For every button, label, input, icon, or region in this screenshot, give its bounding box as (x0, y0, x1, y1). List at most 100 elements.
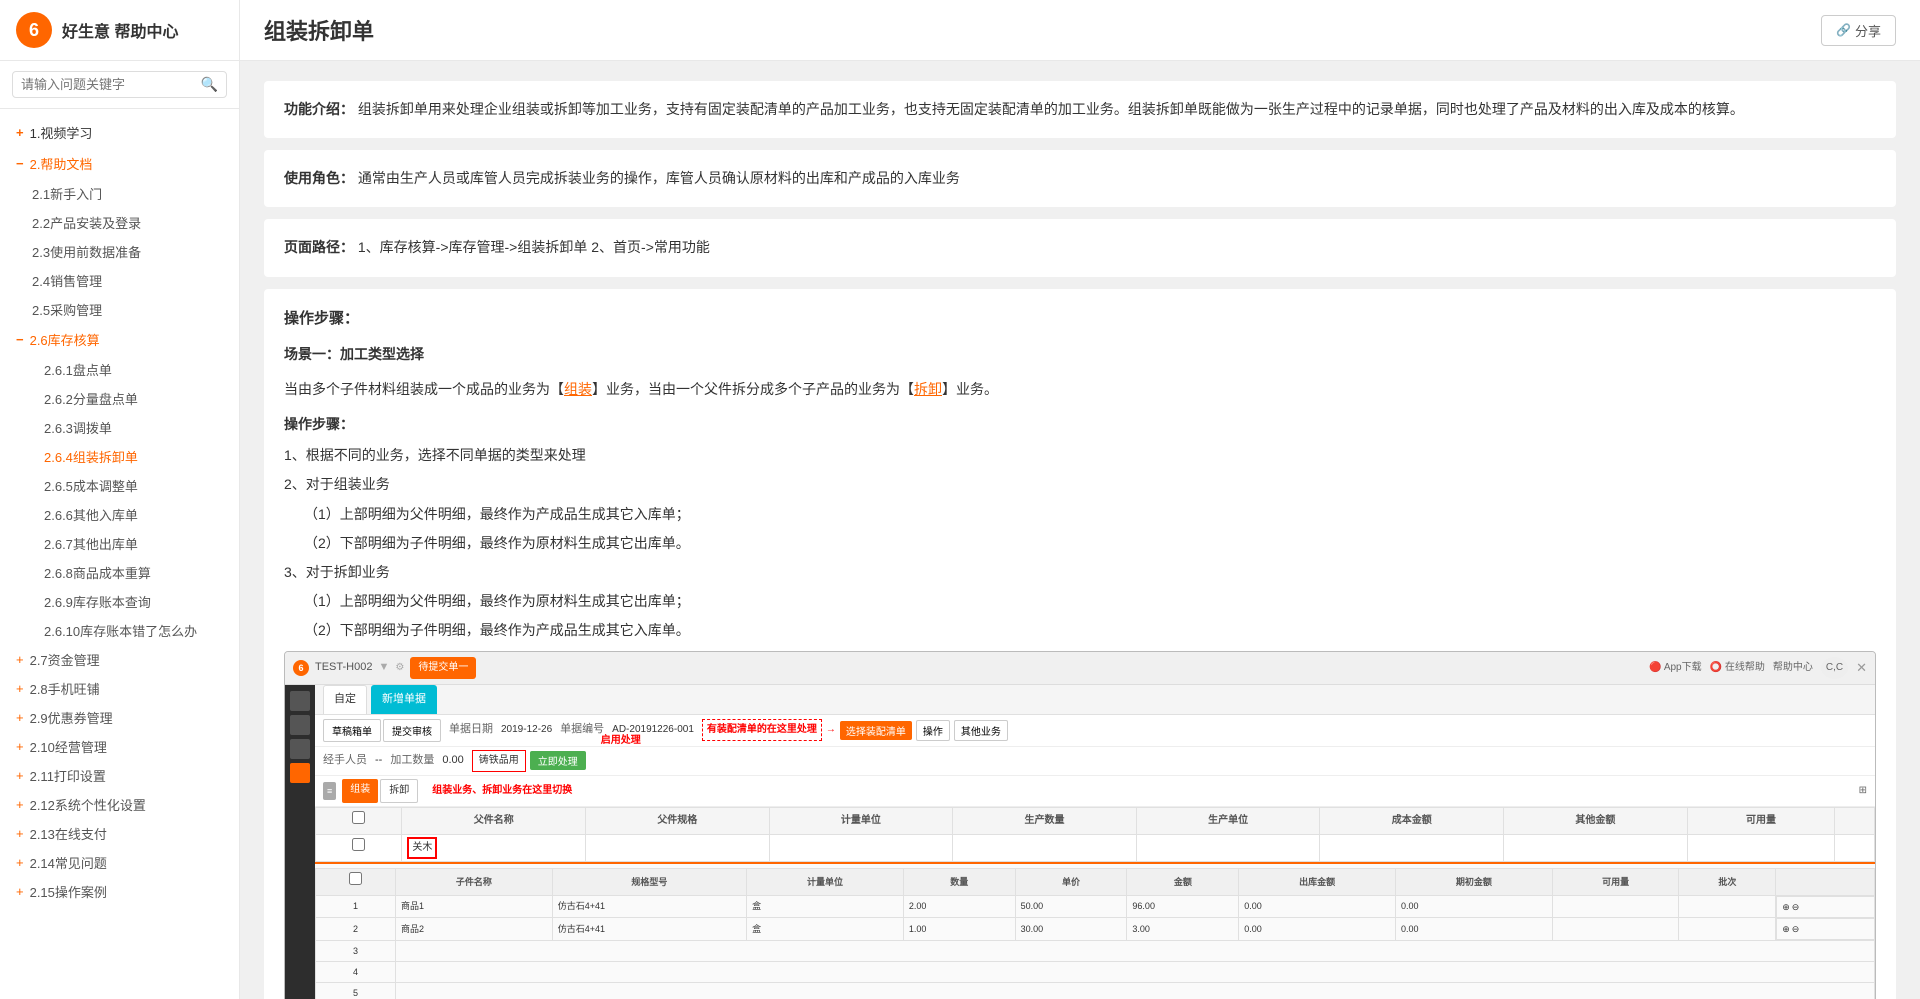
mock-bom-btn[interactable]: 选择装配清单 (840, 721, 912, 740)
mock-type-tabs: 组装 拆卸 (342, 779, 418, 803)
mock-sub-check-all[interactable] (349, 872, 362, 885)
mock-confirm-btn[interactable]: 立即处理 (530, 751, 586, 770)
search-wrap[interactable]: 🔍 (12, 71, 227, 98)
search-input[interactable] (21, 77, 201, 92)
sidebar-item-newbie[interactable]: 2.1新手入门 (0, 179, 239, 208)
sidebar-item-video[interactable]: + 1.视频学习 (0, 117, 239, 148)
logo-text: 好生意 帮助中心 (62, 18, 178, 42)
page-title: 组装拆卸单 (264, 14, 374, 46)
sidebar-item-mobile[interactable]: + 2.8手机旺铺 (0, 674, 239, 703)
mock-cell-row-ops (1835, 834, 1875, 861)
mock-th-prod-qty: 生产数量 (953, 807, 1137, 834)
sidebar-sub-label: 2.6.8商品成本重算 (44, 563, 151, 582)
screenshot-mock: 6 TEST-H002 ▼ ⚙ 待提交单一 🔴 App下载 ⭕ 在线帮助 帮助中… (284, 651, 1876, 999)
sidebar-item-sales[interactable]: 2.4销售管理 (0, 266, 239, 295)
mock-th-cost: 成本金额 (1320, 807, 1504, 834)
mock-check-all[interactable] (352, 811, 365, 824)
annotation-arrow-1: → (826, 721, 836, 739)
mock-sub-name-1: 商品1 (396, 895, 553, 918)
sidebar-item-label: 2.6库存核算 (30, 330, 100, 349)
mock-close-icon: ✕ (1856, 656, 1867, 679)
mock-enable-box: 铸铁品用 (472, 750, 526, 772)
sidebar-item-settings[interactable]: + 2.12系统个性化设置 (0, 790, 239, 819)
annotation-bom: 有装配清单的在这里处理 (702, 719, 822, 741)
mock-expand-btn: ⊞ (1859, 782, 1867, 800)
sidebar-sub-label: 2.6.1盘点单 (44, 360, 112, 379)
mock-parent-row-1: 关木 (316, 834, 1875, 861)
mock-form-btn-cancel[interactable]: 提交审核 (383, 719, 441, 742)
ops-title: 操作步骤： (284, 305, 1876, 332)
mock-sub-th-amount: 金额 (1127, 868, 1239, 895)
sidebar-sub-label: 2.6.10库存账本错了怎么办 (44, 621, 197, 640)
sidebar-item-inventory[interactable]: − 2.6库存核算 (0, 324, 239, 355)
sidebar-item-cases[interactable]: + 2.15操作案例 (0, 877, 239, 906)
mock-row-add-icon[interactable]: ⊕ (1782, 899, 1790, 915)
intro-text: 组装拆卸单用来处理企业组装或拆卸等加工业务，支持有固定装配清单的产品加工业务，也… (358, 101, 1744, 117)
sidebar-item-cost-adj[interactable]: 2.6.5成本调整单 (0, 471, 239, 500)
mock-tab-disassemble[interactable]: 拆卸 (380, 779, 418, 803)
mock-tab-assemble[interactable]: 组装 (342, 779, 378, 803)
mock-row-check[interactable] (352, 838, 365, 851)
sidebar-sub-label: 2.14常见问题 (30, 853, 107, 872)
sidebar-item-count[interactable]: 2.6.1盘点单 (0, 355, 239, 384)
scene1-desc: 当由多个子件材料组装成一个成品的业务为【组装】业务，当由一个父件拆分成多个子产品… (284, 377, 1876, 402)
sidebar-item-ledger[interactable]: 2.6.9库存账本查询 (0, 587, 239, 616)
expand-icon: + (16, 826, 24, 841)
sidebar-sub-label: 2.15操作案例 (30, 882, 107, 901)
mock-row-del-icon-2[interactable]: ⊖ (1792, 921, 1800, 937)
mock-row-del-icon[interactable]: ⊖ (1792, 899, 1800, 915)
mock-sub-avail-1 (1552, 895, 1679, 918)
mock-sub-price-2: 30.00 (1015, 918, 1127, 941)
mock-sub-th-init: 期初金额 (1395, 868, 1552, 895)
collapse-icon: − (16, 332, 24, 347)
mock-avatar: C,C (1821, 657, 1848, 679)
search-box: 🔍 (0, 61, 239, 109)
mock-nav-icon-2 (290, 715, 310, 735)
mock-person-value: -- (375, 751, 382, 771)
sidebar-sub-label: 2.12系统个性化设置 (30, 795, 146, 814)
sidebar-item-mix[interactable]: 2.6.3调拨单 (0, 413, 239, 442)
sidebar-item-ledger-err[interactable]: 2.6.10库存账本错了怎么办 (0, 616, 239, 645)
step-3: 3、对于拆卸业务 (284, 560, 1876, 585)
mock-th-available: 可用量 (1687, 807, 1835, 834)
sidebar-item-split[interactable]: 2.6.2分量盘点单 (0, 384, 239, 413)
mock-top-btn: 待提交单一 (410, 657, 476, 679)
mock-sub-th-avail: 可用量 (1552, 868, 1679, 895)
sidebar-item-docs[interactable]: − 2.帮助文档 (0, 148, 239, 179)
mock-form-btn-save[interactable]: 草稿箱单 (323, 719, 381, 742)
sidebar-item-other-out[interactable]: 2.6.7其他出库单 (0, 529, 239, 558)
sidebar-item-other-in[interactable]: 2.6.6其他入库单 (0, 500, 239, 529)
mock-btn-extra1[interactable]: 操作 (916, 720, 950, 741)
sidebar-sub-label: 2.3使用前数据准备 (32, 242, 141, 261)
share-button[interactable]: 🔗 分享 (1821, 15, 1896, 46)
step-2-2: （2）下部明细为子件明细，最终作为原材料生成其它出库单。 (284, 531, 1876, 556)
mock-th-parent-spec: 父件规格 (586, 807, 770, 834)
path-card: 页面路径： 1、库存核算->库存管理->组装拆卸单 2、首页->常用功能 (264, 219, 1896, 276)
expand-icon: + (16, 797, 24, 812)
sidebar-item-print[interactable]: + 2.11打印设置 (0, 761, 239, 790)
sidebar-item-purchase[interactable]: 2.5采购管理 (0, 295, 239, 324)
role-card: 使用角色： 通常由生产人员或库管人员完成拆装业务的操作，库管人员确认原材料的出库… (264, 150, 1896, 207)
sidebar-sub-label: 2.2产品安装及登录 (32, 213, 141, 232)
sidebar-item-payment[interactable]: + 2.13在线支付 (0, 819, 239, 848)
mock-nav-icon-3 (290, 739, 310, 759)
sidebar-item-faq[interactable]: + 2.14常见问题 (0, 848, 239, 877)
mock-btn-extra2[interactable]: 其他业务 (954, 720, 1008, 741)
sidebar-item-coupon[interactable]: + 2.9优惠券管理 (0, 703, 239, 732)
mock-logo: 6 (293, 660, 309, 676)
mock-person-label: 经手人员 (323, 751, 367, 771)
sidebar-item-ops[interactable]: + 2.10经营管理 (0, 732, 239, 761)
mock-th-prod-unit: 生产单位 (1136, 807, 1320, 834)
mock-th-unit: 计量单位 (769, 807, 953, 834)
sidebar-item-recalc[interactable]: 2.6.8商品成本重算 (0, 558, 239, 587)
sidebar-item-install[interactable]: 2.2产品安装及登录 (0, 208, 239, 237)
sidebar-sub-label: 2.13在线支付 (30, 824, 107, 843)
expand-icon: + (16, 884, 24, 899)
sidebar-item-finance[interactable]: + 2.7资金管理 (0, 645, 239, 674)
sidebar-item-assembly[interactable]: 2.6.4组装拆卸单 (0, 442, 239, 471)
mock-row-add-icon-2[interactable]: ⊕ (1782, 921, 1790, 937)
expand-icon: + (16, 855, 24, 870)
mock-sub-op-1: ⊕ ⊖ (1776, 896, 1874, 918)
sidebar-item-prepare[interactable]: 2.3使用前数据准备 (0, 237, 239, 266)
role-label: 使用角色： (284, 170, 354, 186)
